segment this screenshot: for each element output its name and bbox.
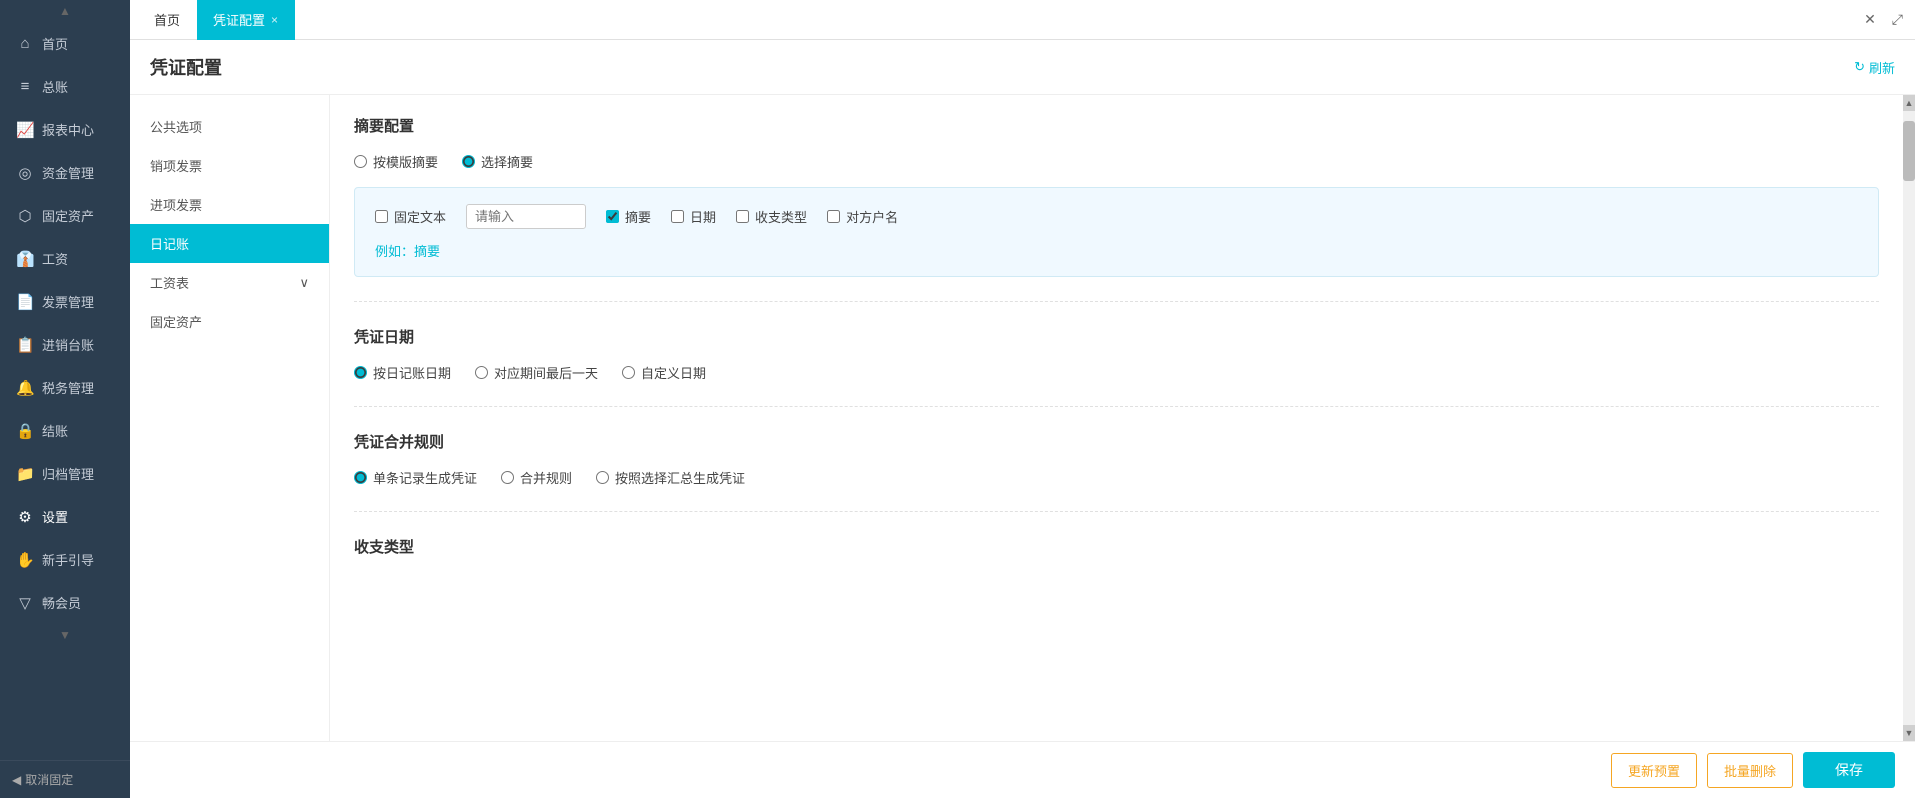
settings-icon: ⚙: [16, 508, 34, 526]
sidebar-item-home[interactable]: ⌂ 首页: [0, 22, 130, 65]
sidebar-scroll-down[interactable]: ▼: [0, 624, 130, 646]
radio-last-day[interactable]: 对应期间最后一天: [475, 363, 598, 382]
sidebar-item-purchase-sales[interactable]: 📋 进销台账: [0, 323, 130, 366]
sidebar-item-invoice-management[interactable]: 📄 发票管理: [0, 280, 130, 323]
scroll-up-btn[interactable]: ▲: [1903, 95, 1915, 111]
merge-rules-radio-group: 单条记录生成凭证 合并规则 按照选择汇总生成凭证: [354, 468, 1879, 487]
tab-bar: 首页 凭证配置 × ✕ ⤢: [130, 0, 1915, 40]
merge-rules-section: 凭证合并规则 单条记录生成凭证 合并规则 按照选择汇总生成凭证: [354, 431, 1879, 512]
radio-select-summary[interactable]: 选择摘要: [462, 152, 533, 171]
tab-home[interactable]: 首页: [138, 0, 197, 40]
bottom-bar: 更新预置 批量删除 保存: [130, 741, 1915, 798]
radio-batch-generate[interactable]: 按照选择汇总生成凭证: [596, 468, 745, 487]
page-header: 凭证配置 ↻ 刷新: [130, 40, 1915, 95]
window-close-button[interactable]: ✕: [1860, 7, 1880, 32]
sidebar-item-member[interactable]: ▽ 畅会员: [0, 581, 130, 624]
example-text: 例如：摘要: [375, 241, 1858, 260]
sidebar-item-tax-management[interactable]: 🔔 税务管理: [0, 366, 130, 409]
refresh-button[interactable]: ↻ 刷新: [1854, 58, 1895, 77]
checkbox-summary[interactable]: 摘要: [606, 207, 651, 226]
vertical-scrollbar[interactable]: ▲ ▼: [1903, 95, 1915, 741]
radio-custom-date[interactable]: 自定义日期: [622, 363, 706, 382]
payroll-icon: 👔: [16, 250, 34, 268]
radio-by-journal[interactable]: 按日记账日期: [354, 363, 451, 382]
content-wrapper: 凭证配置 ↻ 刷新 公共选项 销项发票 进项发票 日记账: [130, 40, 1915, 798]
member-icon: ▽: [16, 594, 34, 612]
chevron-down-icon: ∨: [299, 275, 309, 291]
voucher-date-radio-group: 按日记账日期 对应期间最后一天 自定义日期: [354, 363, 1879, 382]
refresh-icon: ↻: [1854, 59, 1865, 75]
sidebar-scroll-up[interactable]: ▲: [0, 0, 130, 22]
summary-config-title: 摘要配置: [354, 115, 1879, 136]
tax-icon: 🔔: [16, 379, 34, 397]
close-accounts-icon: 🔒: [16, 422, 34, 440]
sidebar-item-report-center[interactable]: 📈 报表中心: [0, 108, 130, 151]
left-nav: 公共选项 销项发票 进项发票 日记账 工资表 ∨ 固定资产: [130, 95, 330, 741]
tab-bar-actions: ✕ ⤢: [1860, 7, 1907, 32]
cancel-fixed-button[interactable]: ◀ 取消固定: [0, 760, 130, 798]
summary-radio-group: 按模版摘要 选择摘要: [354, 152, 1879, 171]
sidebar-item-fund-management[interactable]: ◎ 资金管理: [0, 151, 130, 194]
checkbox-counterpart[interactable]: 对方户名: [827, 207, 898, 226]
sidebar-item-archive-management[interactable]: 📁 归档管理: [0, 452, 130, 495]
page-title: 凭证配置: [150, 54, 222, 80]
left-nav-public-options[interactable]: 公共选项: [130, 107, 329, 146]
summary-config-detail: 固定文本 摘要 日期: [354, 187, 1879, 277]
checkbox-row: 固定文本 摘要 日期: [375, 204, 1858, 229]
checkbox-income-type[interactable]: 收支类型: [736, 207, 807, 226]
radio-template-summary[interactable]: 按模版摘要: [354, 152, 438, 171]
left-nav-payroll-table[interactable]: 工资表 ∨: [130, 263, 329, 302]
income-type-title: 收支类型: [354, 536, 1879, 557]
batch-delete-button[interactable]: 批量删除: [1707, 753, 1793, 788]
scroll-track: [1903, 111, 1915, 725]
window-maximize-button[interactable]: ⤢: [1888, 7, 1907, 32]
tab-voucher-config[interactable]: 凭证配置 ×: [197, 0, 295, 40]
voucher-date-section: 凭证日期 按日记账日期 对应期间最后一天 自定义日期: [354, 326, 1879, 407]
radio-single-record[interactable]: 单条记录生成凭证: [354, 468, 477, 487]
sidebar-item-payroll[interactable]: 👔 工资: [0, 237, 130, 280]
sidebar-item-settings[interactable]: ⚙ 设置: [0, 495, 130, 538]
summary-config-section: 摘要配置 按模版摘要 选择摘要: [354, 115, 1879, 302]
invoice-icon: 📄: [16, 293, 34, 311]
sidebar-item-general-ledger[interactable]: ≡ 总账: [0, 65, 130, 108]
sidebar-item-close-accounts[interactable]: 🔒 结账: [0, 409, 130, 452]
sidebar-item-fixed-assets[interactable]: ⬡ 固定资产: [0, 194, 130, 237]
report-icon: 📈: [16, 121, 34, 139]
sidebar-item-new-guide[interactable]: ✋ 新手引导: [0, 538, 130, 581]
scroll-thumb[interactable]: [1903, 121, 1915, 181]
left-nav-journal[interactable]: 日记账: [130, 224, 329, 263]
right-content: 摘要配置 按模版摘要 选择摘要: [330, 95, 1903, 741]
main-area: 首页 凭证配置 × ✕ ⤢ 凭证配置 ↻ 刷新 公共选项: [130, 0, 1915, 798]
voucher-date-title: 凭证日期: [354, 326, 1879, 347]
fund-icon: ◎: [16, 164, 34, 182]
tab-close-icon[interactable]: ×: [271, 13, 278, 27]
update-preview-button[interactable]: 更新预置: [1611, 753, 1697, 788]
left-nav-fixed-assets[interactable]: 固定资产: [130, 302, 329, 341]
purchase-sales-icon: 📋: [16, 336, 34, 354]
new-guide-icon: ✋: [16, 551, 34, 569]
sidebar: ▲ ⌂ 首页 ≡ 总账 📈 报表中心 ◎ 资金管理 ⬡ 固定资产 👔 工资 📄 …: [0, 0, 130, 798]
checkbox-date[interactable]: 日期: [671, 207, 716, 226]
left-nav-purchase-invoice[interactable]: 进项发票: [130, 185, 329, 224]
income-type-section: 收支类型: [354, 536, 1879, 597]
general-ledger-icon: ≡: [16, 78, 34, 95]
save-button[interactable]: 保存: [1803, 752, 1895, 788]
scroll-down-btn[interactable]: ▼: [1903, 725, 1915, 741]
checkbox-fixed-text[interactable]: 固定文本: [375, 207, 446, 226]
pin-icon: ◀: [12, 773, 21, 787]
merge-rules-title: 凭证合并规则: [354, 431, 1879, 452]
archive-icon: 📁: [16, 465, 34, 483]
home-icon: ⌂: [16, 35, 34, 52]
fixed-assets-icon: ⬡: [16, 207, 34, 225]
left-nav-sales-invoice[interactable]: 销项发票: [130, 146, 329, 185]
fixed-text-input[interactable]: [466, 204, 586, 229]
radio-merge-rule[interactable]: 合并规则: [501, 468, 572, 487]
body-area: 公共选项 销项发票 进项发票 日记账 工资表 ∨ 固定资产: [130, 95, 1915, 741]
